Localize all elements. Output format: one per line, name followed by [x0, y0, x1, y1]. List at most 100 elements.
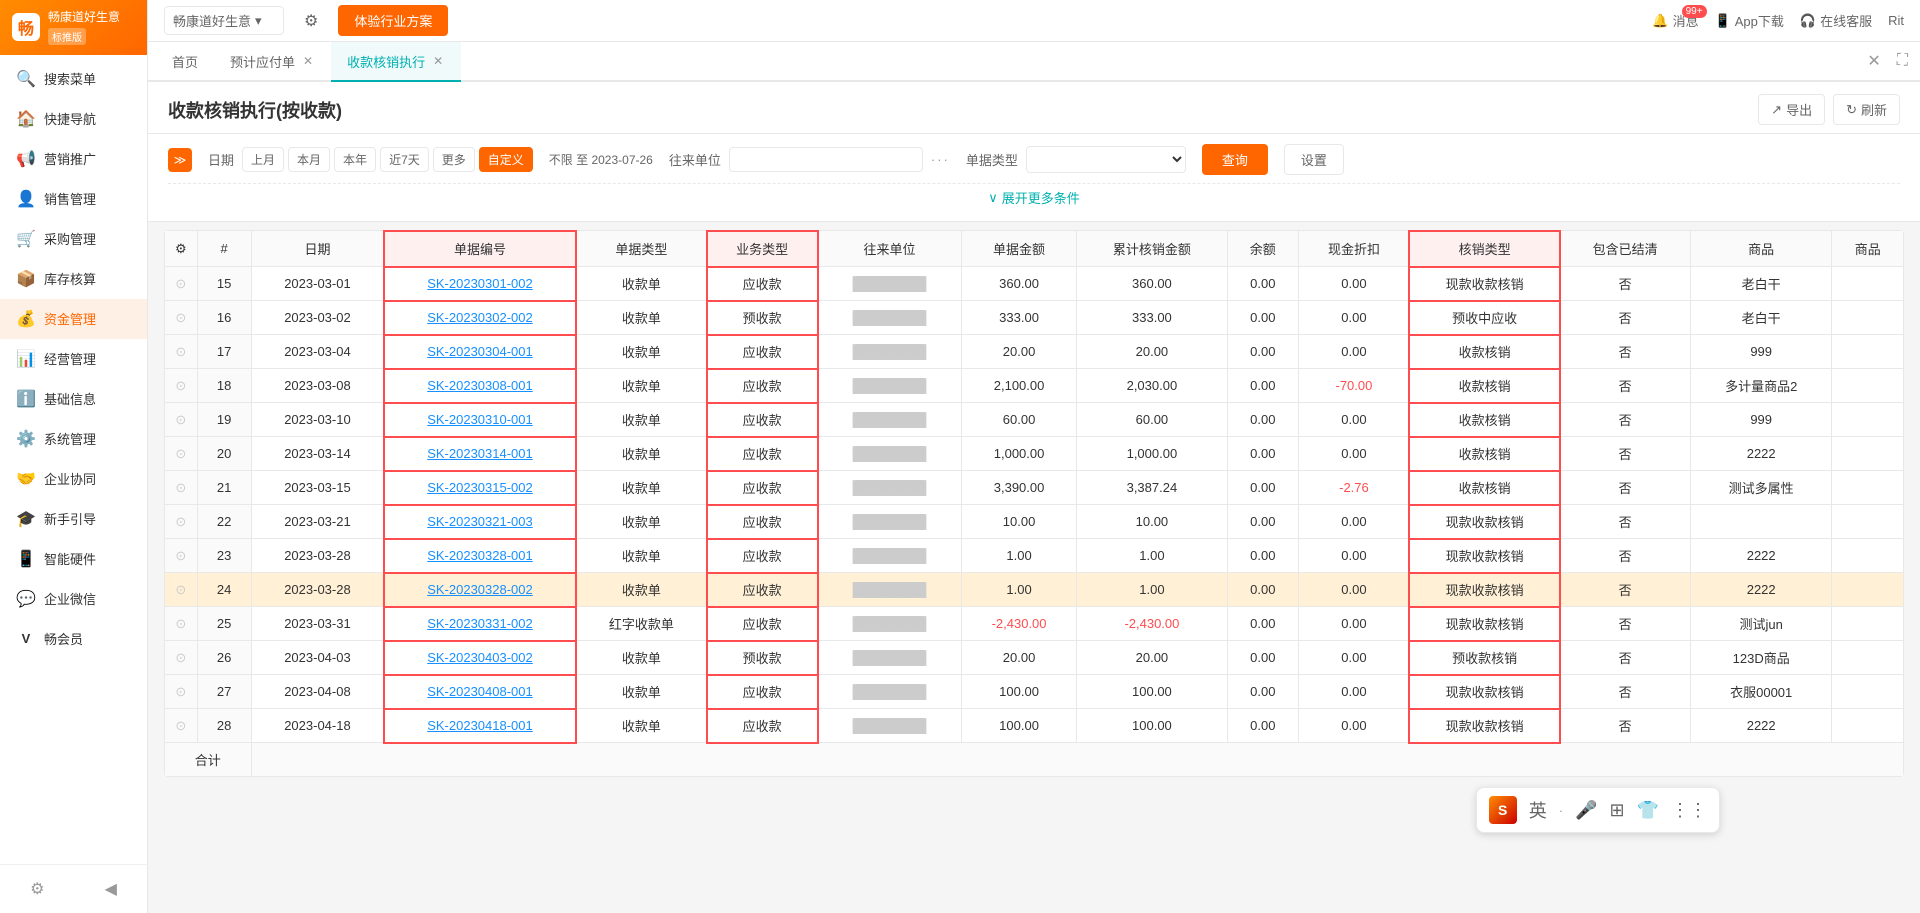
- cell-biz-type: 应收款: [707, 505, 818, 539]
- doc-no-link[interactable]: SK-20230408-001: [427, 684, 533, 699]
- app-download-btn[interactable]: 📱 App下载: [1715, 11, 1784, 30]
- doc-no-link[interactable]: SK-20230310-001: [427, 412, 533, 427]
- cell-settings[interactable]: ⊙: [165, 709, 198, 743]
- solution-button[interactable]: 体验行业方案: [338, 5, 448, 36]
- sidebar-item-collab[interactable]: 🤝 企业协同: [0, 459, 147, 499]
- doc-no-link[interactable]: SK-20230315-002: [427, 480, 533, 495]
- receipt-type-select[interactable]: [1026, 146, 1186, 173]
- row-settings-icon[interactable]: ⊙: [175, 378, 186, 393]
- doc-no-link[interactable]: SK-20230304-001: [427, 344, 533, 359]
- tab-prepay-close[interactable]: ✕: [301, 52, 315, 70]
- row-settings-icon[interactable]: ⊙: [175, 616, 186, 631]
- cell-settings[interactable]: ⊙: [165, 641, 198, 675]
- date-more-btn[interactable]: 更多: [433, 147, 475, 172]
- sidebar-item-guide[interactable]: 🎓 新手引导: [0, 499, 147, 539]
- tab-prepay[interactable]: 预计应付单 ✕: [214, 42, 331, 82]
- partner-input[interactable]: [729, 147, 923, 172]
- date-last-month-btn[interactable]: 上月: [242, 147, 284, 172]
- cell-settings[interactable]: ⊙: [165, 335, 198, 369]
- cell-settings[interactable]: ⊙: [165, 675, 198, 709]
- doc-no-link[interactable]: SK-20230301-002: [427, 276, 533, 291]
- cell-settings[interactable]: ⊙: [165, 403, 198, 437]
- sidebar-item-sales[interactable]: 👤 销售管理: [0, 179, 147, 219]
- row-settings-icon[interactable]: ⊙: [175, 276, 186, 291]
- tab-home[interactable]: 首页: [156, 42, 214, 82]
- row-settings-icon[interactable]: ⊙: [175, 480, 186, 495]
- tab-receipt-exec[interactable]: 收款核销执行 ✕: [331, 42, 461, 82]
- sidebar-item-marketing[interactable]: 📢 营销推广: [0, 139, 147, 179]
- cell-settings[interactable]: ⊙: [165, 437, 198, 471]
- sidebar-item-system[interactable]: ⚙️ 系统管理: [0, 419, 147, 459]
- cell-settings[interactable]: ⊙: [165, 369, 198, 403]
- refresh-button[interactable]: ↻ 刷新: [1833, 94, 1900, 125]
- ime-shirt-icon[interactable]: 👕: [1637, 800, 1659, 821]
- doc-no-link[interactable]: SK-20230328-001: [427, 548, 533, 563]
- doc-no-link[interactable]: SK-20230403-002: [427, 650, 533, 665]
- doc-no-link[interactable]: SK-20230328-002: [427, 582, 533, 597]
- row-settings-icon[interactable]: ⊙: [175, 310, 186, 325]
- sidebar-item-wechat[interactable]: 💬 企业微信: [0, 579, 147, 619]
- cell-partner: ████████: [818, 607, 962, 641]
- date-7days-btn[interactable]: 近7天: [380, 147, 429, 172]
- system-icon: ⚙️: [16, 429, 36, 449]
- cell-settings[interactable]: ⊙: [165, 301, 198, 335]
- sidebar-item-purchase[interactable]: 🛒 采购管理: [0, 219, 147, 259]
- row-settings-icon[interactable]: ⊙: [175, 548, 186, 563]
- settings-gear-btn[interactable]: ⚙: [296, 7, 326, 35]
- row-settings-icon[interactable]: ⊙: [175, 650, 186, 665]
- cell-settings[interactable]: ⊙: [165, 539, 198, 573]
- date-this-month-btn[interactable]: 本月: [288, 147, 330, 172]
- sidebar-item-inventory[interactable]: 📦 库存核算: [0, 259, 147, 299]
- row-settings-icon[interactable]: ⊙: [175, 582, 186, 597]
- row-settings-icon[interactable]: ⊙: [175, 344, 186, 359]
- company-dropdown[interactable]: 畅康道好生意 ▾: [164, 6, 284, 35]
- online-service-btn[interactable]: 🎧 在线客服: [1800, 11, 1872, 30]
- cell-biz-type: 应收款: [707, 437, 818, 471]
- tab-close-all-btn[interactable]: ✕: [1863, 47, 1884, 75]
- message-btn[interactable]: 🔔 消息 99+: [1652, 11, 1698, 30]
- sidebar-settings-btn[interactable]: ⚙: [22, 873, 52, 905]
- export-button[interactable]: ↗ 导出: [1758, 94, 1825, 125]
- ime-grid-icon[interactable]: ⊞: [1609, 800, 1624, 821]
- date-this-year-btn[interactable]: 本年: [334, 147, 376, 172]
- row-settings-icon[interactable]: ⊙: [175, 514, 186, 529]
- sidebar-label-inventory: 库存核算: [44, 269, 96, 288]
- doc-no-link[interactable]: SK-20230321-003: [427, 514, 533, 529]
- sidebar-item-operation[interactable]: 📊 经营管理: [0, 339, 147, 379]
- cell-settings[interactable]: ⊙: [165, 267, 198, 301]
- tab-fullscreen-btn[interactable]: ⛶: [1893, 48, 1912, 74]
- ime-apps-icon[interactable]: ⋮⋮: [1671, 800, 1707, 821]
- ime-mic-icon[interactable]: 🎤: [1575, 800, 1597, 821]
- cell-settings[interactable]: ⊙: [165, 471, 198, 505]
- sidebar-item-hardware[interactable]: 📱 智能硬件: [0, 539, 147, 579]
- doc-no-link[interactable]: SK-20230308-001: [427, 378, 533, 393]
- date-custom-btn[interactable]: 自定义: [479, 147, 533, 172]
- doc-no-link[interactable]: SK-20230314-001: [427, 446, 533, 461]
- doc-no-link[interactable]: SK-20230302-002: [427, 310, 533, 325]
- sidebar-collapse-btn[interactable]: ◀: [97, 873, 125, 905]
- row-settings-icon[interactable]: ⊙: [175, 718, 186, 733]
- cell-settings[interactable]: ⊙: [165, 607, 198, 641]
- cell-write-off-amt: 10.00: [1077, 505, 1227, 539]
- cell-settings[interactable]: ⊙: [165, 505, 198, 539]
- expand-more-btn[interactable]: ∨ 展开更多条件: [168, 183, 1900, 211]
- filter-expand-btn[interactable]: ≫: [168, 148, 192, 172]
- cell-settings[interactable]: ⊙: [165, 573, 198, 607]
- sidebar-item-basic[interactable]: ℹ️ 基础信息: [0, 379, 147, 419]
- sidebar-item-quicknav[interactable]: 🏠 快捷导航: [0, 99, 147, 139]
- doc-no-link[interactable]: SK-20230418-001: [427, 718, 533, 733]
- cell-amount: 3,390.00: [961, 471, 1076, 505]
- sidebar-item-finance[interactable]: 💰 资金管理: [0, 299, 147, 339]
- tab-receipt-exec-close[interactable]: ✕: [431, 52, 445, 70]
- row-settings-icon[interactable]: ⊙: [175, 412, 186, 427]
- col-header-settings[interactable]: ⚙: [165, 231, 198, 267]
- cell-cash-discount: -70.00: [1299, 369, 1410, 403]
- doc-no-link[interactable]: SK-20230331-002: [427, 616, 533, 631]
- row-settings-icon[interactable]: ⊙: [175, 446, 186, 461]
- sidebar-item-member[interactable]: V 畅会员: [0, 619, 147, 658]
- settings-button[interactable]: 设置: [1284, 144, 1344, 175]
- sidebar-item-search[interactable]: 🔍 搜索菜单: [0, 59, 147, 99]
- query-button[interactable]: 查询: [1202, 144, 1268, 175]
- row-settings-icon[interactable]: ⊙: [175, 684, 186, 699]
- ime-english-icon[interactable]: 英: [1529, 797, 1547, 823]
